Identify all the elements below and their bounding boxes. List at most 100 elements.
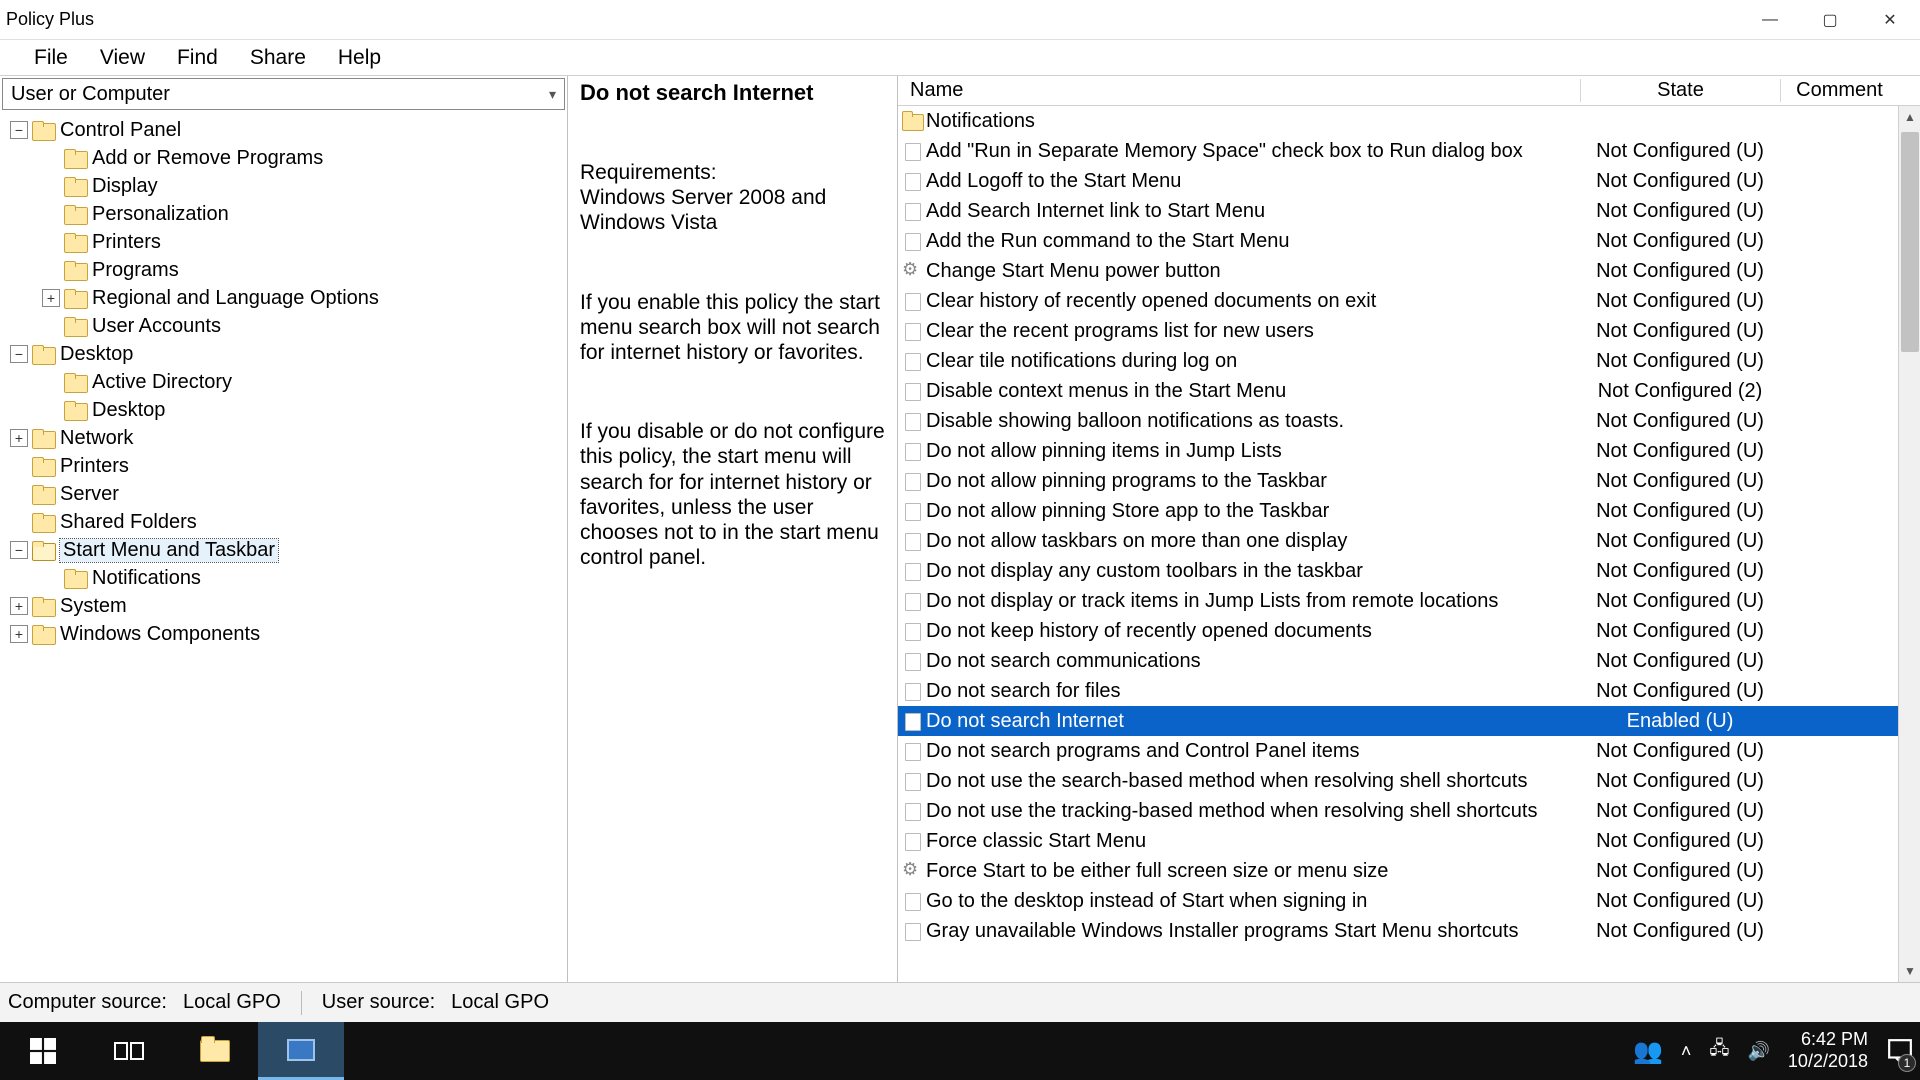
scroll-up-icon[interactable]: ▲ bbox=[1899, 106, 1920, 128]
tree-start-menu[interactable]: Start Menu and Taskbar bbox=[60, 539, 278, 562]
maximize-button[interactable]: ▢ bbox=[1800, 0, 1860, 40]
policy-row[interactable]: Do not allow pinning items in Jump Lists… bbox=[898, 436, 1898, 466]
scope-dropdown[interactable]: User or Computer ▾ bbox=[2, 78, 565, 110]
policy-icon bbox=[902, 381, 922, 401]
policy-row[interactable]: Add "Run in Separate Memory Space" check… bbox=[898, 136, 1898, 166]
tree-item[interactable]: Desktop bbox=[92, 399, 165, 422]
tree-item[interactable]: Display bbox=[92, 175, 158, 198]
tree-item[interactable]: Windows Components bbox=[60, 623, 260, 646]
policy-row[interactable]: Disable context menus in the Start MenuN… bbox=[898, 376, 1898, 406]
folder-icon bbox=[32, 429, 54, 447]
column-state[interactable]: State bbox=[1580, 79, 1780, 102]
policy-row[interactable]: Force classic Start MenuNot Configured (… bbox=[898, 826, 1898, 856]
expander-minus-icon[interactable]: − bbox=[10, 345, 28, 363]
folder-icon bbox=[64, 261, 86, 279]
tree-item[interactable]: Server bbox=[60, 483, 119, 506]
folder-icon bbox=[64, 401, 86, 419]
minimize-button[interactable]: — bbox=[1740, 0, 1800, 40]
window-title: Policy Plus bbox=[0, 9, 94, 30]
policy-row[interactable]: Clear tile notifications during log onNo… bbox=[898, 346, 1898, 376]
clock[interactable]: 6:42 PM 10/2/2018 bbox=[1776, 1029, 1880, 1072]
volume-icon[interactable]: 🔊 bbox=[1748, 1041, 1770, 1062]
expander-plus-icon[interactable]: + bbox=[10, 625, 28, 643]
folder-icon bbox=[32, 485, 54, 503]
tree-item[interactable]: Personalization bbox=[92, 203, 229, 226]
policy-row[interactable]: Add the Run command to the Start MenuNot… bbox=[898, 226, 1898, 256]
row-state: Not Configured (U) bbox=[1580, 680, 1780, 703]
policy-row[interactable]: Do not display any custom toolbars in th… bbox=[898, 556, 1898, 586]
row-name: Go to the desktop instead of Start when … bbox=[926, 890, 1580, 913]
people-icon[interactable]: 👥 bbox=[1633, 1037, 1663, 1066]
policy-row[interactable]: Do not allow taskbars on more than one d… bbox=[898, 526, 1898, 556]
policy-row[interactable]: Do not display or track items in Jump Li… bbox=[898, 586, 1898, 616]
tree-item[interactable]: Notifications bbox=[92, 567, 201, 590]
column-comment[interactable]: Comment bbox=[1780, 79, 1898, 102]
list-folder-row[interactable]: Notifications bbox=[898, 106, 1898, 136]
policy-row[interactable]: Do not search programs and Control Panel… bbox=[898, 736, 1898, 766]
scroll-thumb[interactable] bbox=[1901, 132, 1919, 352]
tree-item[interactable]: System bbox=[60, 595, 127, 618]
policy-row[interactable]: Do not use the tracking-based method whe… bbox=[898, 796, 1898, 826]
action-center-button[interactable]: 1 bbox=[1880, 1022, 1920, 1080]
scroll-down-icon[interactable]: ▼ bbox=[1899, 960, 1920, 982]
policy-row[interactable]: Gray unavailable Windows Installer progr… bbox=[898, 916, 1898, 946]
policy-row[interactable]: Do not search for filesNot Configured (U… bbox=[898, 676, 1898, 706]
policy-tree[interactable]: − Control Panel Add or Remove Programs D… bbox=[0, 112, 567, 982]
policy-plus-task-button[interactable] bbox=[258, 1022, 344, 1080]
tree-item[interactable]: Printers bbox=[60, 455, 129, 478]
column-name[interactable]: Name bbox=[898, 79, 1580, 102]
policy-row[interactable]: Do not allow pinning Store app to the Ta… bbox=[898, 496, 1898, 526]
policy-row[interactable]: Add Logoff to the Start MenuNot Configur… bbox=[898, 166, 1898, 196]
tree-item[interactable]: Network bbox=[60, 427, 133, 450]
menu-find[interactable]: Find bbox=[161, 42, 234, 74]
policy-row[interactable]: Do not allow pinning programs to the Tas… bbox=[898, 466, 1898, 496]
file-explorer-button[interactable] bbox=[172, 1022, 258, 1080]
gear-icon bbox=[902, 261, 922, 281]
row-name: Do not use the tracking-based method whe… bbox=[926, 800, 1580, 823]
menu-help[interactable]: Help bbox=[322, 42, 397, 74]
policy-row[interactable]: Do not keep history of recently opened d… bbox=[898, 616, 1898, 646]
policy-row[interactable]: Do not use the search-based method when … bbox=[898, 766, 1898, 796]
expander-minus-icon[interactable]: − bbox=[10, 121, 28, 139]
policy-row[interactable]: Clear history of recently opened documen… bbox=[898, 286, 1898, 316]
tree-item[interactable]: User Accounts bbox=[92, 315, 221, 338]
policy-icon bbox=[902, 201, 922, 221]
scrollbar[interactable]: ▲ ▼ bbox=[1898, 106, 1920, 982]
folder-icon bbox=[32, 121, 54, 139]
expander-minus-icon[interactable]: − bbox=[10, 541, 28, 559]
tree-item[interactable]: Printers bbox=[92, 231, 161, 254]
tree-item[interactable]: Regional and Language Options bbox=[92, 287, 379, 310]
tree-item[interactable]: Shared Folders bbox=[60, 511, 197, 534]
network-icon[interactable]: 🖧 bbox=[1709, 1036, 1729, 1066]
expander-plus-icon[interactable]: + bbox=[42, 289, 60, 307]
tree-item[interactable]: Programs bbox=[92, 259, 179, 282]
expander-plus-icon[interactable]: + bbox=[10, 429, 28, 447]
policy-icon bbox=[902, 681, 922, 701]
policy-icon bbox=[902, 291, 922, 311]
row-name: Do not allow pinning programs to the Tas… bbox=[926, 470, 1580, 493]
task-view-button[interactable] bbox=[86, 1022, 172, 1080]
row-name: Do not keep history of recently opened d… bbox=[926, 620, 1580, 643]
menu-view[interactable]: View bbox=[84, 42, 161, 74]
policy-row[interactable]: Clear the recent programs list for new u… bbox=[898, 316, 1898, 346]
menu-file[interactable]: File bbox=[18, 42, 84, 74]
policy-row[interactable]: Go to the desktop instead of Start when … bbox=[898, 886, 1898, 916]
tree-item[interactable]: Add or Remove Programs bbox=[92, 147, 323, 170]
tree-desktop[interactable]: Desktop bbox=[60, 343, 133, 366]
policy-row[interactable]: Add Search Internet link to Start MenuNo… bbox=[898, 196, 1898, 226]
policy-row[interactable]: Do not search communicationsNot Configur… bbox=[898, 646, 1898, 676]
tree-item[interactable]: Active Directory bbox=[92, 371, 232, 394]
policy-row[interactable]: Do not search InternetEnabled (U) bbox=[898, 706, 1898, 736]
close-button[interactable]: ✕ bbox=[1860, 0, 1920, 40]
policy-row[interactable]: Disable showing balloon notifications as… bbox=[898, 406, 1898, 436]
menu-share[interactable]: Share bbox=[234, 42, 322, 74]
policy-row[interactable]: Change Start Menu power buttonNot Config… bbox=[898, 256, 1898, 286]
tray-chevron-up-icon[interactable]: ˄ bbox=[1681, 1041, 1692, 1062]
start-button[interactable] bbox=[0, 1022, 86, 1080]
expander-plus-icon[interactable]: + bbox=[10, 597, 28, 615]
row-name: Do not allow pinning items in Jump Lists bbox=[926, 440, 1580, 463]
row-state: Not Configured (U) bbox=[1580, 230, 1780, 253]
policy-row[interactable]: Force Start to be either full screen siz… bbox=[898, 856, 1898, 886]
row-name: Do not search programs and Control Panel… bbox=[926, 740, 1580, 763]
tree-control-panel[interactable]: Control Panel bbox=[60, 119, 181, 142]
